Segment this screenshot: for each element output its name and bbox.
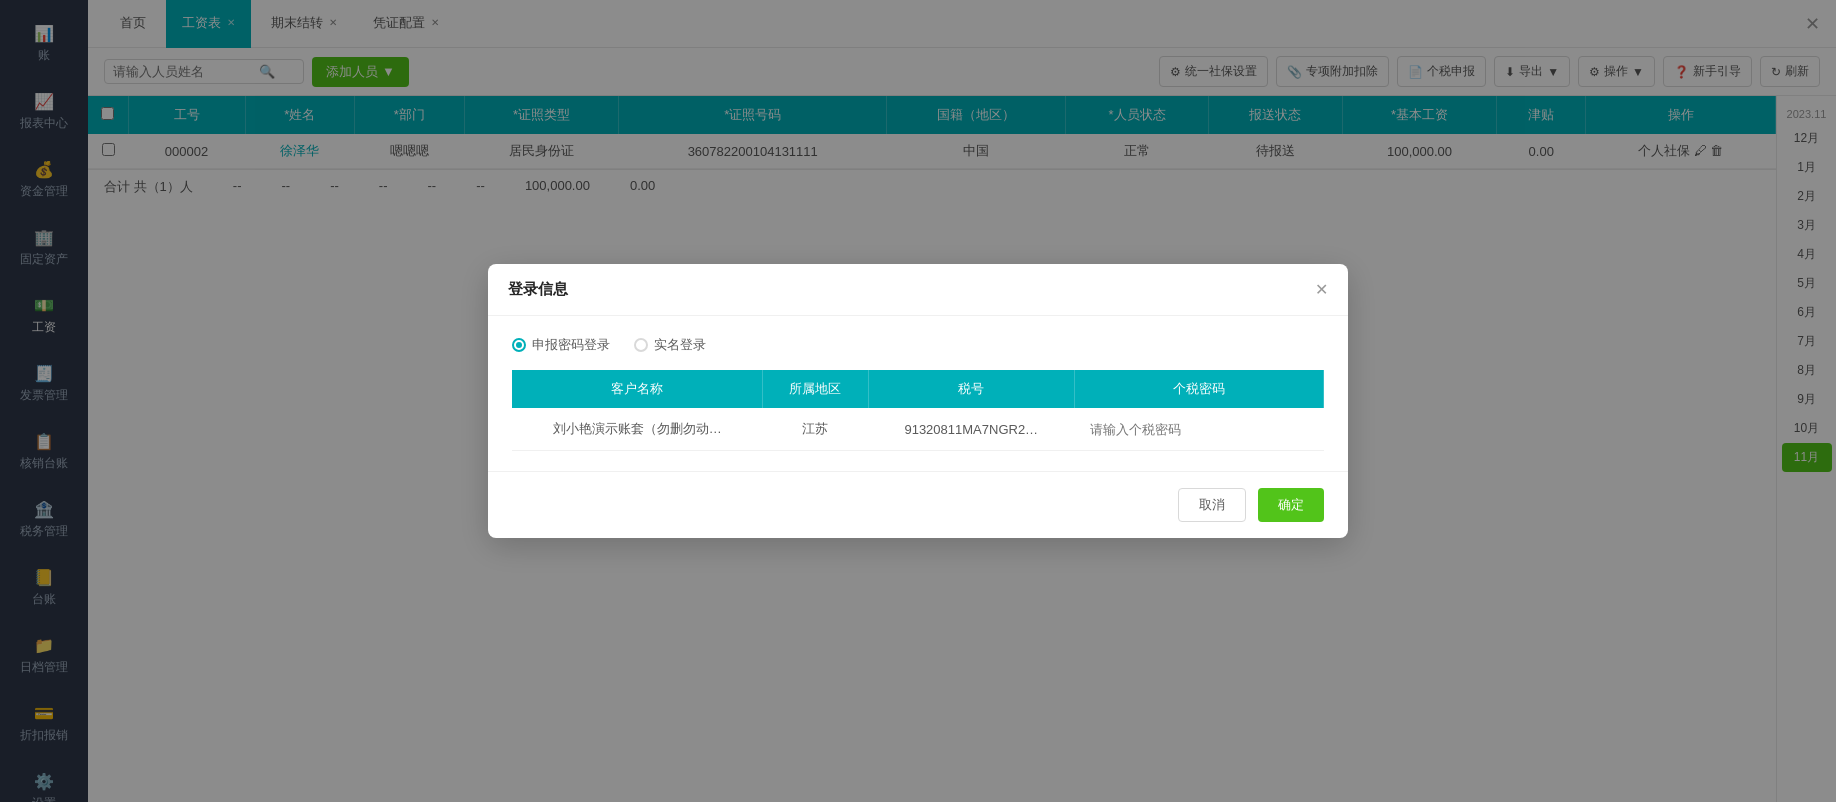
dialog-body: 申报密码登录 实名登录 客户名称 所属地区 税号 个税密码	[488, 316, 1348, 471]
dialog-footer: 取消 确定	[488, 471, 1348, 538]
dialog-col-region: 所属地区	[762, 370, 868, 408]
radio-realname-dot	[634, 338, 648, 352]
dialog-col-password: 个税密码	[1074, 370, 1323, 408]
dialog-close-button[interactable]: ✕	[1315, 280, 1328, 299]
radio-password-login[interactable]: 申报密码登录	[512, 336, 610, 354]
dialog-row-region: 江苏	[762, 408, 868, 451]
radio-group: 申报密码登录 实名登录	[512, 336, 1324, 354]
password-field[interactable]	[1090, 422, 1307, 437]
dialog-row-password-input[interactable]	[1074, 408, 1323, 451]
dialog-row-name: 刘小艳演示账套（勿删勿动…	[512, 408, 762, 451]
dialog-table-row: 刘小艳演示账套（勿删勿动… 江苏 91320811MA7NGR2…	[512, 408, 1324, 451]
dialog-table-header: 客户名称 所属地区 税号 个税密码	[512, 370, 1324, 408]
dialog-title: 登录信息	[508, 280, 568, 299]
login-dialog: 登录信息 ✕ 申报密码登录 实名登录 客户名称 所属	[488, 264, 1348, 538]
dialog-col-name: 客户名称	[512, 370, 762, 408]
confirm-button[interactable]: 确定	[1258, 488, 1324, 522]
dialog-row-tax-no: 91320811MA7NGR2…	[868, 408, 1074, 451]
dialog-table: 客户名称 所属地区 税号 个税密码 刘小艳演示账套（勿删勿动… 江苏 91320…	[512, 370, 1324, 451]
dialog-col-tax-no: 税号	[868, 370, 1074, 408]
radio-realname-login[interactable]: 实名登录	[634, 336, 706, 354]
dialog-header: 登录信息 ✕	[488, 264, 1348, 316]
radio-password-dot	[512, 338, 526, 352]
dialog-overlay: 登录信息 ✕ 申报密码登录 实名登录 客户名称 所属	[0, 0, 1836, 802]
cancel-button[interactable]: 取消	[1178, 488, 1246, 522]
